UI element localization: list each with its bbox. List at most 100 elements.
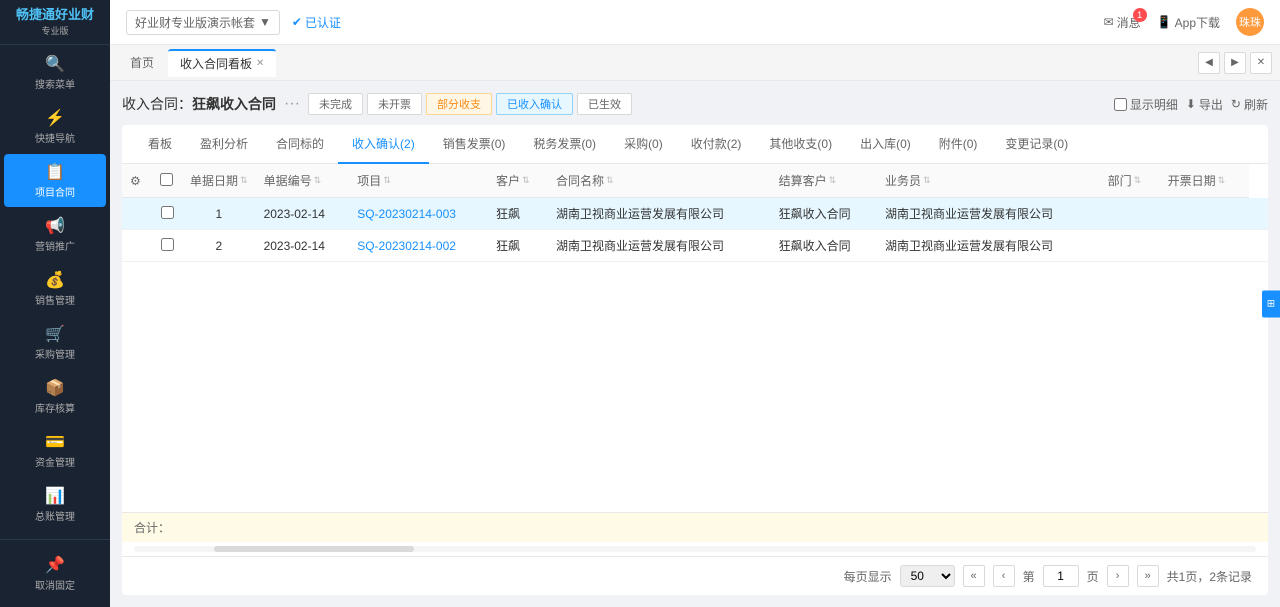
row-settle: 湖南卫视商业运营发展有限公司 xyxy=(877,198,1100,230)
logo-text: 畅捷通好业财 xyxy=(16,7,94,23)
sidebar-unpin-btn[interactable]: 📌 取消固定 xyxy=(8,547,102,600)
order-link[interactable]: SQ-20230214-002 xyxy=(357,239,456,253)
row-orderno[interactable]: SQ-20230214-003 xyxy=(349,198,488,230)
row-contract: 狂飙收入合同 xyxy=(771,230,877,262)
inner-tab-税务发票[interactable]: 税务发票(0) xyxy=(519,125,610,164)
last-page-btn[interactable]: » xyxy=(1137,565,1159,587)
sidebar-icon: 💳 xyxy=(45,432,65,452)
sort-customer-icon[interactable]: ⇅ xyxy=(522,175,530,186)
inner-tab-其他收支[interactable]: 其他收支(0) xyxy=(755,125,846,164)
th-salesman: 业务员 ⇅ xyxy=(877,164,1100,198)
inner-tab-合同标的[interactable]: 合同标的 xyxy=(262,125,338,164)
status-btn-未开票[interactable]: 未开票 xyxy=(367,93,422,115)
pagination: 每页显示 50 20 100 « ‹ 第 页 › xyxy=(122,556,1268,595)
sidebar-item-采购管理[interactable]: 🛒 采购管理 xyxy=(4,316,106,369)
sidebar-item-库存核算[interactable]: 📦 库存核算 xyxy=(4,370,106,423)
inner-tab-附件[interactable]: 附件(0) xyxy=(925,125,992,164)
right-panel-toggle[interactable]: ⊞ xyxy=(1262,290,1268,317)
detail-checkbox-input[interactable] xyxy=(1114,98,1127,111)
inner-tab-盈利分析[interactable]: 盈利分析 xyxy=(186,125,262,164)
status-btn-已收入确认[interactable]: 已收入确认 xyxy=(496,93,573,115)
app-download-btn[interactable]: 📱 App下载 xyxy=(1157,14,1220,31)
more-btn[interactable]: ··· xyxy=(284,95,300,113)
table-area: ⚙ 单据日期 ⇅ xyxy=(122,164,1268,512)
per-page-select[interactable]: 50 20 100 xyxy=(900,565,955,587)
first-page-btn[interactable]: « xyxy=(963,565,985,587)
table-row[interactable]: 2 2023-02-14 SQ-20230214-002 狂飙 湖南卫视商业运营… xyxy=(122,230,1268,262)
sort-dept-icon[interactable]: ⇅ xyxy=(1134,175,1142,186)
sort-project-icon[interactable]: ⇅ xyxy=(383,175,391,186)
sidebar-item-项目合同[interactable]: 📋 项目合同 xyxy=(4,154,106,207)
sidebar-item-销售管理[interactable]: 💰 销售管理 xyxy=(4,262,106,315)
sidebar-item-发票管理[interactable]: 🧾 发票管理 xyxy=(4,532,106,539)
row-orderno[interactable]: SQ-20230214-002 xyxy=(349,230,488,262)
inner-tab-采购[interactable]: 采购(0) xyxy=(610,125,677,164)
status-btn-部分收支[interactable]: 部分收支 xyxy=(426,93,492,115)
sidebar-icon: 🛒 xyxy=(45,324,65,344)
tab-close-icon[interactable]: ✕ xyxy=(256,58,264,69)
status-btn-已生效[interactable]: 已生效 xyxy=(577,93,632,115)
tab-prev-btn[interactable]: ◀ xyxy=(1198,52,1220,74)
sidebar-item-资金管理[interactable]: 💳 资金管理 xyxy=(4,424,106,477)
row-checkbox-cell[interactable] xyxy=(152,198,182,230)
inner-tab-变更记录[interactable]: 变更记录(0) xyxy=(991,125,1082,164)
export-btn[interactable]: ⬇ 导出 xyxy=(1186,96,1223,113)
current-page-input[interactable] xyxy=(1043,565,1079,587)
row-salesman xyxy=(1100,230,1160,262)
tab-contract-board[interactable]: 收入合同看板 ✕ xyxy=(168,49,276,77)
th-checkbox xyxy=(152,164,182,198)
row-checkbox-cell[interactable] xyxy=(152,230,182,262)
sidebar-item-营销推广[interactable]: 📢 营销推广 xyxy=(4,208,106,261)
sort-settle-icon[interactable]: ⇅ xyxy=(829,175,837,186)
select-all-checkbox[interactable] xyxy=(160,173,173,186)
table-scrollbar[interactable] xyxy=(122,542,1268,556)
message-btn[interactable]: ✉ 1 消息 xyxy=(1104,14,1141,31)
th-dept: 部门 ⇅ xyxy=(1100,164,1160,198)
download-label: App下载 xyxy=(1175,14,1220,31)
inner-tab-出入库[interactable]: 出入库(0) xyxy=(846,125,925,164)
tab-next-btn[interactable]: ▶ xyxy=(1224,52,1246,74)
sort-salesman-icon[interactable]: ⇅ xyxy=(923,175,931,186)
next-page-btn[interactable]: › xyxy=(1107,565,1129,587)
refresh-btn[interactable]: ↻ 刷新 xyxy=(1231,96,1268,113)
settings-icon[interactable]: ⚙ xyxy=(130,174,141,188)
row-checkbox[interactable] xyxy=(161,238,174,251)
scrollbar-track xyxy=(134,546,1256,552)
sort-orderno-icon[interactable]: ⇅ xyxy=(314,175,322,186)
sidebar-item-快捷导航[interactable]: ⚡ 快捷导航 xyxy=(4,100,106,153)
th-date: 单据日期 ⇅ xyxy=(182,164,256,198)
th-invoicedate-label: 开票日期 xyxy=(1168,172,1216,189)
sort-contract-icon[interactable]: ⇅ xyxy=(606,175,614,186)
order-link[interactable]: SQ-20230214-003 xyxy=(357,207,456,221)
show-detail-checkbox[interactable]: 显示明细 xyxy=(1114,96,1178,113)
sort-date-icon[interactable]: ⇅ xyxy=(240,175,248,186)
page-label-after: 页 xyxy=(1087,568,1099,585)
th-salesman-label: 业务员 xyxy=(885,172,921,189)
inner-tab-收付款[interactable]: 收付款(2) xyxy=(677,125,756,164)
tab-home[interactable]: 首页 xyxy=(118,49,166,77)
inner-tab-销售发票[interactable]: 销售发票(0) xyxy=(429,125,520,164)
status-btn-未完成[interactable]: 未完成 xyxy=(308,93,363,115)
row-date: 2023-02-14 xyxy=(256,198,350,230)
th-contract-label: 合同名称 xyxy=(556,172,604,189)
tab-close-all-btn[interactable]: ✕ xyxy=(1250,52,1272,74)
company-selector[interactable]: 好业财专业版演示帐套 ▼ xyxy=(126,10,280,35)
user-avatar[interactable]: 珠珠 xyxy=(1236,8,1264,36)
sidebar-icon: 📢 xyxy=(45,216,65,236)
inner-tab-收入确认[interactable]: 收入确认(2) xyxy=(338,125,429,164)
sidebar-item-总账管理[interactable]: 📊 总账管理 xyxy=(4,478,106,531)
inner-tab-看板[interactable]: 看板 xyxy=(134,125,186,164)
table-footer: 合计： xyxy=(122,512,1268,542)
sidebar-item-搜索菜单[interactable]: 🔍 搜索菜单 xyxy=(4,46,106,99)
sidebar-label: 搜索菜单 xyxy=(35,76,75,91)
topbar: 好业财专业版演示帐套 ▼ ✔ 已认证 ✉ 1 消息 📱 App下载 珠珠 xyxy=(110,0,1280,45)
prev-page-btn[interactable]: ‹ xyxy=(993,565,1015,587)
sort-invoicedate-icon[interactable]: ⇅ xyxy=(1218,175,1226,186)
row-checkbox[interactable] xyxy=(161,206,174,219)
scrollbar-thumb[interactable] xyxy=(214,546,414,552)
show-detail-label: 显示明细 xyxy=(1130,96,1178,113)
download-icon: 📱 xyxy=(1157,15,1172,29)
message-badge: 1 xyxy=(1133,8,1147,22)
table-row[interactable]: 1 2023-02-14 SQ-20230214-003 狂飙 湖南卫视商业运营… xyxy=(122,198,1268,230)
row-settings xyxy=(122,198,152,230)
